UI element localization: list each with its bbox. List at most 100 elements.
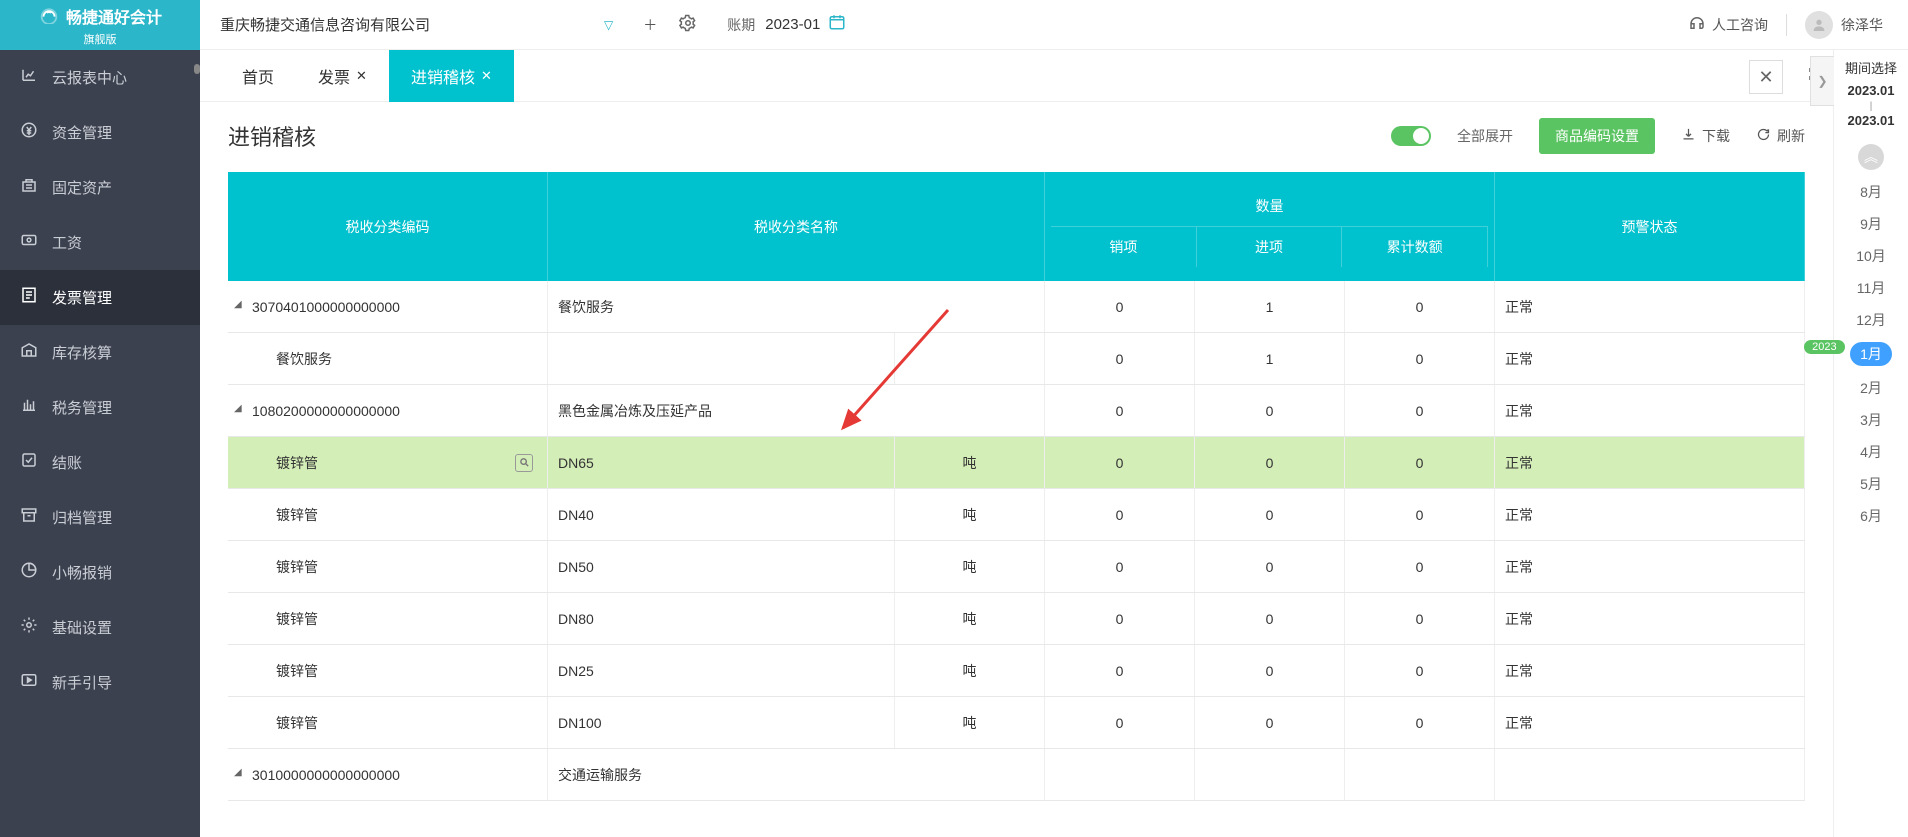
sidebar-item[interactable]: 归档管理 — [0, 490, 200, 545]
stock-icon — [20, 341, 38, 364]
cell-qty-out: 0 — [1045, 697, 1195, 748]
cell-name: 餐饮服务 — [548, 281, 1045, 332]
cell-spec: DN80 — [548, 593, 895, 644]
month-item[interactable]: 3月 — [1860, 410, 1882, 430]
cell-unit: 吨 — [895, 697, 1045, 748]
top-quick-icons: ＋ — [643, 14, 697, 35]
sidebar-item-label: 云报表中心 — [52, 67, 127, 88]
refresh-button[interactable]: 刷新 — [1756, 126, 1805, 146]
cell-code: ◢3010000000000000000 — [228, 749, 548, 800]
sidebar-item-label: 发票管理 — [52, 287, 112, 308]
table-row[interactable]: ◢3010000000000000000交通运输服务 — [228, 749, 1805, 801]
cell-qty-in: 1 — [1195, 333, 1345, 384]
archive-icon — [20, 506, 38, 529]
collapse-icon[interactable]: ◢ — [234, 767, 242, 778]
cell-name: 黑色金属冶炼及压延产品 — [548, 385, 1045, 436]
cell-qty-in: 0 — [1195, 593, 1345, 644]
table-row[interactable]: 镀锌管DN50吨000正常 — [228, 541, 1805, 593]
sidebar-item-label: 税务管理 — [52, 397, 112, 418]
divider — [1786, 14, 1787, 36]
month-item[interactable]: 6月 — [1860, 506, 1882, 526]
collapse-icon[interactable]: ◢ — [234, 403, 242, 414]
rail-collapse-button[interactable]: ❯ — [1810, 56, 1834, 106]
month-item[interactable]: 1月2023 — [1850, 342, 1892, 366]
cell-status: 正常 — [1495, 333, 1805, 384]
cell-qty-in — [1195, 749, 1345, 800]
cell-qty-total: 0 — [1345, 333, 1495, 384]
sidebar-item[interactable]: 固定资产 — [0, 160, 200, 215]
sidebar-item[interactable]: 工资 — [0, 215, 200, 270]
cell-status: 正常 — [1495, 541, 1805, 592]
month-item[interactable]: 12月 — [1856, 310, 1886, 330]
user-menu[interactable]: 徐泽华 — [1805, 11, 1883, 39]
calendar-icon[interactable] — [828, 13, 846, 36]
product-code-setting-button[interactable]: 商品编码设置 — [1539, 118, 1655, 154]
sidebar-item[interactable]: 基础设置 — [0, 600, 200, 655]
rail-title: 期间选择 — [1845, 58, 1897, 77]
invoice-icon — [20, 286, 38, 309]
table-row[interactable]: 镀锌管DN65吨000正常 — [228, 437, 1805, 489]
month-item[interactable]: 8月 — [1860, 182, 1882, 202]
tab[interactable]: 进销稽核✕ — [389, 50, 514, 102]
chevron-down-icon[interactable]: ▽ — [604, 18, 613, 32]
tab[interactable]: 首页 — [220, 50, 296, 102]
username: 徐泽华 — [1841, 15, 1883, 35]
sidebar-item-label: 归档管理 — [52, 507, 112, 528]
close-icon[interactable]: ✕ — [356, 68, 367, 84]
close-all-tabs-button[interactable]: ✕ — [1749, 60, 1783, 94]
cell-code: 镀锌管 — [228, 437, 548, 488]
month-item[interactable]: 11月 — [1857, 278, 1886, 298]
sidebar-item[interactable]: 结账 — [0, 435, 200, 490]
rail-up-button[interactable]: ︽ — [1858, 144, 1884, 170]
company-selector[interactable]: 重庆畅捷交通信息咨询有限公司 ▽ — [220, 14, 613, 35]
tab[interactable]: 发票✕ — [296, 50, 389, 102]
table-row[interactable]: 镀锌管DN25吨000正常 — [228, 645, 1805, 697]
cell-spec: DN50 — [548, 541, 895, 592]
month-item[interactable]: 9月 — [1860, 214, 1882, 234]
sidebar-item[interactable]: 新手引导 — [0, 655, 200, 710]
month-item[interactable]: 5月 — [1860, 474, 1882, 494]
table-row[interactable]: ◢1080200000000000000黑色金属冶炼及压延产品000正常 — [228, 385, 1805, 437]
tab-label: 首页 — [242, 64, 274, 88]
sidebar-item[interactable]: 发票管理 — [0, 270, 200, 325]
search-icon[interactable] — [515, 454, 533, 472]
close-icon[interactable]: ✕ — [481, 68, 492, 84]
th-qty-group: 数量 销项 进项 累计数额 — [1045, 172, 1495, 281]
period-rail: ❯ 期间选择 2023.01 | 2023.01 ︽ 8月9月10月11月12月… — [1833, 50, 1908, 837]
download-icon — [1681, 127, 1696, 145]
logo: 畅捷通好会计 旗舰版 — [0, 0, 200, 50]
sidebar-item[interactable]: 资金管理 — [0, 105, 200, 160]
table-row[interactable]: 餐饮服务010正常 — [228, 333, 1805, 385]
table-row[interactable]: 镀锌管DN100吨000正常 — [228, 697, 1805, 749]
collapse-icon[interactable]: ◢ — [234, 299, 242, 310]
sidebar-item[interactable]: 小畅报销 — [0, 545, 200, 600]
cell-spec: DN25 — [548, 645, 895, 696]
plus-icon[interactable]: ＋ — [643, 15, 657, 35]
sidebar-item-label: 工资 — [52, 232, 82, 253]
money-icon — [20, 121, 38, 144]
month-item[interactable]: 2月 — [1860, 378, 1882, 398]
cell-qty-in: 0 — [1195, 489, 1345, 540]
helpdesk-link[interactable]: 人工咨询 — [1688, 14, 1768, 35]
table-row[interactable]: ◢3070401000000000000餐饮服务010正常 — [228, 281, 1805, 333]
expand-all-label: 全部展开 — [1457, 126, 1513, 146]
period-label: 账期 — [727, 15, 755, 35]
table-row[interactable]: 镀锌管DN40吨000正常 — [228, 489, 1805, 541]
sidebar-item[interactable]: 税务管理 — [0, 380, 200, 435]
month-list: 8月 9月 10月 11月 12月 1月2023 2月 3月 4月 5月 6月 — [1850, 182, 1892, 526]
expand-all-toggle[interactable] — [1391, 126, 1431, 146]
download-button[interactable]: 下载 — [1681, 126, 1730, 146]
guide-icon — [20, 671, 38, 694]
cell-spec: DN40 — [548, 489, 895, 540]
gear-icon[interactable] — [679, 14, 697, 35]
cell-qty-total: 0 — [1345, 541, 1495, 592]
cell-qty-out: 0 — [1045, 593, 1195, 644]
closing-icon — [20, 451, 38, 474]
month-item[interactable]: 4月 — [1860, 442, 1882, 462]
table-row[interactable]: 镀锌管DN80吨000正常 — [228, 593, 1805, 645]
month-item[interactable]: 10月 — [1856, 246, 1886, 266]
sidebar-item[interactable]: 库存核算 — [0, 325, 200, 380]
rail-to: 2023.01 — [1848, 113, 1895, 130]
cell-code: 镀锌管 — [228, 697, 548, 748]
sidebar-item[interactable]: 云报表中心 — [0, 50, 200, 105]
